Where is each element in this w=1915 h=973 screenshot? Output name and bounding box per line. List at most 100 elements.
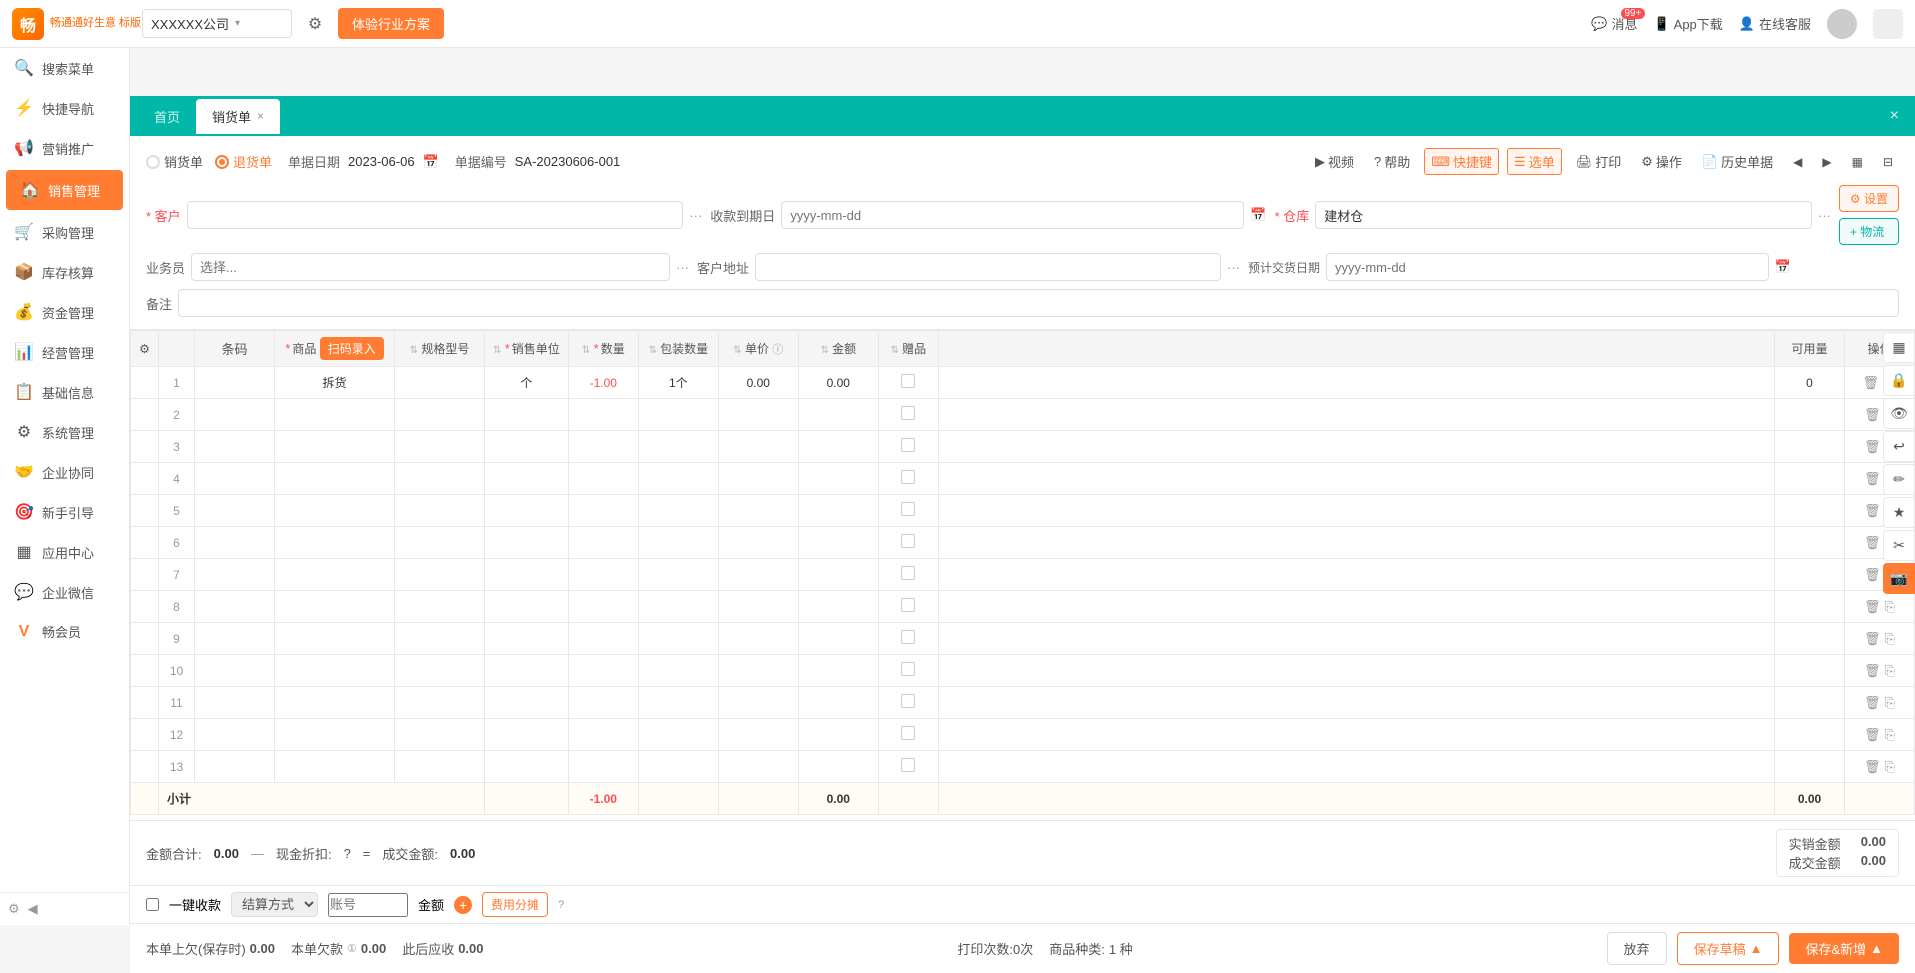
customer-address-input[interactable] (755, 253, 1221, 281)
sidebar-item-inventory[interactable]: 📦 库存核算 (0, 252, 129, 292)
address-more-icon[interactable]: ··· (1227, 260, 1240, 275)
tab-home[interactable]: 首页 (138, 99, 196, 134)
avatar[interactable] (1827, 9, 1857, 39)
calendar-icon[interactable]: 📅 (423, 154, 439, 170)
sidebar-item-search[interactable]: 🔍 搜索菜单 (0, 48, 129, 88)
one-click-pay-checkbox[interactable] (146, 898, 159, 911)
float-scissor-btn[interactable]: ✂ (1883, 530, 1915, 561)
operate-btn[interactable]: ⚙ 操作 (1635, 149, 1688, 174)
app-download-button[interactable]: 📱 App下载 (1653, 14, 1722, 33)
row-1-gift[interactable] (878, 367, 938, 399)
row-1-price[interactable]: 0.00 (718, 367, 798, 399)
company-selector[interactable]: XXXXXX公司 ▾ (142, 9, 292, 38)
online-service-button[interactable]: 👤 在线客服 (1739, 14, 1811, 33)
sidebar-collapse-icon[interactable]: ◀ (28, 901, 38, 917)
row-1-unit[interactable]: 个 (485, 367, 569, 399)
due-date-calendar-icon[interactable]: 📅 (1250, 207, 1266, 223)
float-camera-btn[interactable]: 📷 (1883, 563, 1915, 594)
row-2-product[interactable] (275, 399, 395, 431)
row-1-product[interactable]: 拆货 (275, 367, 395, 399)
row-2-barcode[interactable] (195, 399, 275, 431)
split-cost-button[interactable]: 费用分摊 (482, 892, 548, 917)
row-2-pkg[interactable] (638, 399, 718, 431)
radio-sale-order[interactable]: 销货单 (146, 152, 203, 171)
float-lock-btn[interactable]: 🔒 (1883, 365, 1915, 396)
sidebar-item-system[interactable]: ⚙ 系统管理 (0, 412, 129, 452)
sidebar-item-sales[interactable]: 🏠 销售管理 (6, 170, 123, 210)
row-2-amount[interactable] (798, 399, 878, 431)
row-2-qty[interactable] (568, 399, 638, 431)
sidebar-item-guide[interactable]: 🎯 新手引导 (0, 492, 129, 532)
logistics-btn[interactable]: + 物流 (1839, 218, 1899, 245)
cash-discount-info-icon[interactable]: ? (344, 846, 351, 861)
due-date-input[interactable] (781, 201, 1244, 229)
save-draft-button[interactable]: 保存草稿 ▲ (1677, 932, 1780, 965)
sidebar-item-purchase[interactable]: 🛒 采购管理 (0, 212, 129, 252)
row-2-gift[interactable] (878, 399, 938, 431)
message-button[interactable]: 💬 消息 99+ (1591, 14, 1637, 33)
video-btn[interactable]: ▶ 视频 (1309, 149, 1360, 174)
warehouse-input[interactable] (1315, 201, 1812, 229)
sidebar-item-appstore[interactable]: ▦ 应用中心 (0, 532, 129, 572)
shortcut-btn[interactable]: ⌨ 快捷键 (1424, 148, 1499, 175)
sidebar-item-weixin[interactable]: 💬 企业微信 (0, 572, 129, 612)
th-settings[interactable]: ⚙ (131, 331, 159, 367)
sidebar-item-operation[interactable]: 📊 经营管理 (0, 332, 129, 372)
row-2-price[interactable] (718, 399, 798, 431)
row-1-spec[interactable] (395, 367, 485, 399)
row-2-unit[interactable] (485, 399, 569, 431)
row-1-amount[interactable]: 0.00 (798, 367, 878, 399)
help-btn[interactable]: ? 帮助 (1368, 149, 1416, 174)
gift-checkbox-1[interactable] (901, 374, 915, 388)
history-btn[interactable]: 📄 历史单据 (1696, 149, 1779, 174)
close-main-icon[interactable]: × (1882, 103, 1907, 129)
sidebar-item-quick-nav[interactable]: ⚡ 快捷导航 (0, 88, 129, 128)
row-3-delete-icon[interactable]: 🗑 (1864, 439, 1881, 454)
float-star-btn[interactable]: ★ (1883, 497, 1915, 528)
account-input[interactable] (328, 893, 408, 917)
float-edit-btn[interactable]: ✏ (1883, 464, 1915, 495)
row-1-delete-icon[interactable]: 🗑 (1862, 375, 1879, 390)
abandon-button[interactable]: 放弃 (1607, 932, 1667, 965)
sidebar-item-member[interactable]: V 畅会员 (0, 612, 129, 651)
salesperson-more-icon[interactable]: ··· (676, 260, 689, 275)
save-new-button[interactable]: 保存&新增 ▲ (1789, 933, 1899, 964)
settings-side-btn[interactable]: ⚙ 设置 (1839, 185, 1899, 212)
customer-more-icon[interactable]: ··· (689, 208, 702, 223)
next-icon[interactable]: ▶ (1816, 152, 1837, 172)
salesperson-input[interactable] (191, 253, 670, 281)
sidebar-settings-icon[interactable]: ⚙ (8, 901, 20, 917)
print-btn[interactable]: 🖨 打印 (1570, 149, 1628, 174)
row-2-spec[interactable] (395, 399, 485, 431)
tab-close-icon[interactable]: × (257, 109, 264, 123)
customer-input[interactable] (187, 201, 684, 229)
prev-icon[interactable]: ◀ (1787, 152, 1808, 172)
row-1-barcode[interactable] (195, 367, 275, 399)
radio-return-order[interactable]: 退货单 (215, 152, 272, 171)
sidebar-item-marketing[interactable]: 📢 营销推广 (0, 128, 129, 168)
expected-delivery-input[interactable] (1326, 253, 1769, 281)
layout-icon[interactable]: ⊟ (1877, 152, 1899, 172)
add-payment-button[interactable]: + (454, 896, 472, 914)
cumulative-info-icon[interactable]: ① (347, 942, 357, 955)
float-undo-btn[interactable]: ↩ (1883, 431, 1915, 462)
experience-button[interactable]: 体验行业方案 (338, 8, 444, 39)
float-table-btn[interactable]: ▦ (1883, 332, 1915, 363)
tab-sale-order[interactable]: 销货单 × (196, 99, 280, 134)
scan-button[interactable]: 扫码录入 (320, 337, 384, 360)
sidebar-item-enterprise[interactable]: 🤝 企业协同 (0, 452, 129, 492)
user-menu-icon[interactable] (1873, 9, 1903, 39)
settings-icon[interactable]: ⚙ (300, 9, 330, 39)
sidebar-item-base[interactable]: 📋 基础信息 (0, 372, 129, 412)
notes-input[interactable] (178, 289, 1899, 317)
warehouse-more-icon[interactable]: ··· (1818, 208, 1831, 223)
row-1-pkg[interactable]: 1个 (638, 367, 718, 399)
settlement-method-select[interactable]: 结算方式 (231, 892, 318, 917)
row-1-qty[interactable]: -1.00 (568, 367, 638, 399)
select-btn[interactable]: ☰ 选单 (1507, 148, 1562, 175)
row-2-delete-icon[interactable]: 🗑 (1864, 407, 1881, 422)
delivery-calendar-icon[interactable]: 📅 (1775, 259, 1791, 275)
sidebar-item-finance[interactable]: 💰 资金管理 (0, 292, 129, 332)
grid-icon[interactable]: ▦ (1846, 152, 1869, 172)
split-help-icon[interactable]: ? (558, 899, 564, 911)
